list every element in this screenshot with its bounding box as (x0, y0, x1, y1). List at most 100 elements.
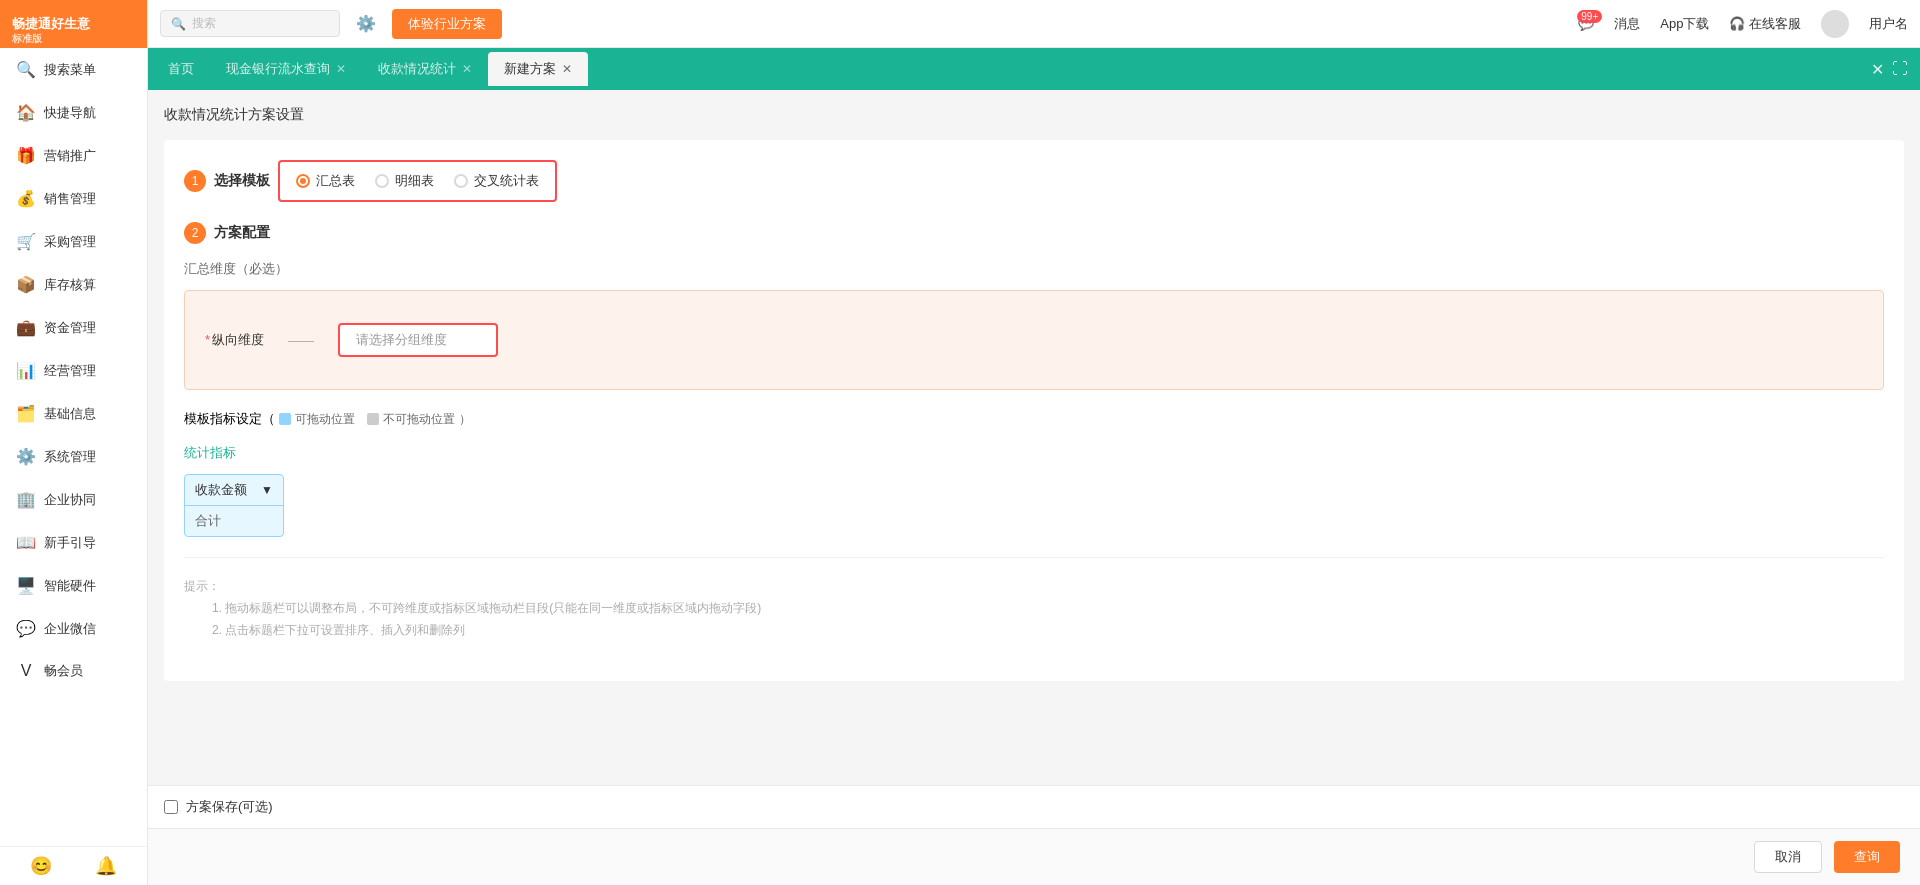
stats-label: 统计指标 (184, 440, 1884, 466)
logo-sub: 标准版 (12, 32, 42, 46)
sidebar-label-beginner: 新手引导 (44, 534, 96, 552)
step1-section: 1 选择模板 汇总表 明细表 交叉统计表 (184, 160, 1884, 202)
sidebar-icon-beginner: 📖 (16, 533, 36, 552)
sidebar-label-quick-nav: 快捷导航 (44, 104, 96, 122)
settings-icon[interactable]: ⚙️ (356, 14, 376, 33)
sidebar-icon-smart-hw: 🖥️ (16, 576, 36, 595)
metric-row: 合计 (185, 506, 283, 536)
search-box[interactable]: 🔍 搜索 (160, 10, 340, 37)
draggable-label: 可拖动位置 (295, 411, 355, 428)
sidebar-item-wechat[interactable]: 💬企业微信 (0, 607, 147, 650)
radio-label-summary: 汇总表 (316, 172, 355, 190)
sidebar-item-beginner[interactable]: 📖 新手引导 (0, 521, 147, 564)
save-label: 方案保存(可选) (186, 798, 273, 816)
window-close-icon[interactable]: ✕ (1871, 60, 1884, 79)
step2-header: 2 方案配置 (184, 222, 1884, 244)
sidebar-menu: 🔍搜索菜单 🏠 快捷导航 🎁营销推广💰销售管理 🛒 采购管理 📦库存核算💼资金管理📊经营管理… (0, 48, 147, 846)
tab-payment-stats[interactable]: 收款情况统计✕ (362, 52, 488, 86)
step1-num: 1 (184, 170, 206, 192)
tab-close-new-plan[interactable]: ✕ (562, 62, 572, 76)
avatar[interactable] (1821, 10, 1849, 38)
sidebar-item-enterprise[interactable]: 🏢 企业协同 (0, 478, 147, 521)
message-icon[interactable]: 💬 99+ (1578, 16, 1594, 31)
sidebar-icon-system: ⚙️ (16, 447, 36, 466)
dimension-placeholder: 请选择分组维度 (356, 331, 447, 349)
sidebar-item-finance[interactable]: 💼资金管理 (0, 306, 147, 349)
tab-bank-flow[interactable]: 现金银行流水查询✕ (210, 52, 362, 86)
save-checkbox[interactable] (164, 800, 178, 814)
tip-item-0: 1. 拖动标题栏可以调整布局，不可跨维度或指标区域拖动栏目段(只能在同一维度或指… (212, 598, 1884, 620)
sidebar-label-finance: 资金管理 (44, 319, 96, 337)
content-area: 收款情况统计方案设置 1 选择模板 汇总表 明细表 交叉统计表 (148, 90, 1920, 785)
sidebar-label-basic: 基础信息 (44, 405, 96, 423)
sidebar-item-system[interactable]: ⚙️系统管理 (0, 435, 147, 478)
search-icon: 🔍 (171, 17, 186, 31)
tabs-right-buttons: ✕ ⛶ (1871, 60, 1916, 79)
metrics-section: 模板指标设定（ 可拖动位置 不可拖动位置 ） 统计指标 收款金额 (184, 410, 1884, 537)
fixed-dot (367, 413, 379, 425)
tab-close-payment-stats[interactable]: ✕ (462, 62, 472, 76)
fixed-label: 不可拖动位置 (383, 411, 455, 428)
app-download[interactable]: App下载 (1660, 15, 1709, 33)
online-service[interactable]: 🎧 在线客服 (1729, 15, 1801, 33)
msg-badge: 99+ (1577, 10, 1602, 23)
sidebar-item-member[interactable]: V 畅会员 (0, 650, 147, 692)
sidebar-bottom-icon1[interactable]: 😊 (30, 855, 52, 877)
sidebar-bottom-icon2[interactable]: 🔔 (95, 855, 117, 877)
tip-item-1: 2. 点击标题栏下拉可设置排序、插入列和删除列 (212, 620, 1884, 642)
tab-new-plan[interactable]: 新建方案 ✕ (488, 52, 588, 86)
trial-button[interactable]: 体验行业方案 (392, 9, 502, 39)
radio-circle-crosstab (454, 174, 468, 188)
tab-label-new-plan: 新建方案 (504, 60, 556, 78)
sidebar-item-search-menu[interactable]: 🔍搜索菜单 (0, 48, 147, 91)
main-area: 🔍 搜索 ⚙️ 体验行业方案 💬 99+ 消息 App下载 🎧 在线客服 用户名… (148, 0, 1920, 885)
dimension-area: *纵向维度 —— 请选择分组维度 (184, 290, 1884, 390)
sidebar-label-purchase: 采购管理 (44, 233, 96, 251)
sidebar-item-marketing[interactable]: 🎁营销推广 (0, 134, 147, 177)
step2-section: 2 方案配置 汇总维度（必选） *纵向维度 —— 请选择分组维度 (184, 222, 1884, 641)
sidebar-label-enterprise: 企业协同 (44, 491, 96, 509)
query-button[interactable]: 查询 (1834, 841, 1900, 873)
step2-num: 2 (184, 222, 206, 244)
tab-home[interactable]: 首页 (152, 52, 210, 86)
window-expand-icon[interactable]: ⛶ (1892, 60, 1908, 78)
sidebar-icon-quick-nav: 🏠 (16, 103, 36, 122)
dimension-row: *纵向维度 —— 请选择分组维度 (205, 323, 498, 357)
sidebar-label-inventory: 库存核算 (44, 276, 96, 294)
topbar-right: 💬 99+ 消息 App下载 🎧 在线客服 用户名 (1578, 10, 1908, 38)
sidebar-item-sales[interactable]: 💰销售管理 (0, 177, 147, 220)
metrics-header-row: 模板指标设定（ 可拖动位置 不可拖动位置 ） (184, 410, 1884, 428)
tab-close-bank-flow[interactable]: ✕ (336, 62, 346, 76)
sidebar-icon-member: V (16, 662, 36, 680)
template-selector: 汇总表 明细表 交叉统计表 (278, 160, 557, 202)
main-card: 1 选择模板 汇总表 明细表 交叉统计表 2 方案配置 (164, 140, 1904, 681)
summary-dim-label: 汇总维度（必选） (184, 260, 1884, 278)
sidebar-icon-enterprise: 🏢 (16, 490, 36, 509)
metric-dropdown-icon[interactable]: ▼ (261, 483, 273, 497)
radio-label-crosstab: 交叉统计表 (474, 172, 539, 190)
sidebar-item-purchase[interactable]: 🛒 采购管理 (0, 220, 147, 263)
sidebar-label-member: 畅会员 (44, 662, 83, 680)
sidebar-item-basic[interactable]: 🗂️ 基础信息 (0, 392, 147, 435)
step2-title: 方案配置 (214, 224, 270, 242)
radio-label-detail: 明细表 (395, 172, 434, 190)
sidebar-item-smart-hw[interactable]: 🖥️智能硬件 (0, 564, 147, 607)
radio-summary[interactable]: 汇总表 (296, 172, 355, 190)
sidebar-item-inventory[interactable]: 📦库存核算 (0, 263, 147, 306)
tab-label-home: 首页 (168, 60, 194, 78)
tips-label: 提示： (184, 579, 220, 593)
search-placeholder: 搜索 (192, 15, 216, 32)
cancel-button[interactable]: 取消 (1754, 841, 1822, 873)
metric-header-0[interactable]: 收款金额 ▼ (185, 475, 283, 506)
radio-detail[interactable]: 明细表 (375, 172, 434, 190)
sidebar-item-operation[interactable]: 📊经营管理 (0, 349, 147, 392)
radio-crosstab[interactable]: 交叉统计表 (454, 172, 539, 190)
dimension-select[interactable]: 请选择分组维度 (338, 323, 498, 357)
sidebar-icon-purchase: 🛒 (16, 232, 36, 251)
footer-bar: 取消 查询 (148, 828, 1920, 885)
sidebar-label-marketing: 营销推广 (44, 147, 96, 165)
tabs-bar: 首页现金银行流水查询✕收款情况统计✕ 新建方案 ✕ ✕ ⛶ (148, 48, 1920, 90)
sidebar-item-quick-nav[interactable]: 🏠 快捷导航 (0, 91, 147, 134)
topbar: 🔍 搜索 ⚙️ 体验行业方案 💬 99+ 消息 App下载 🎧 在线客服 用户名 (148, 0, 1920, 48)
sidebar-icon-basic: 🗂️ (16, 404, 36, 423)
